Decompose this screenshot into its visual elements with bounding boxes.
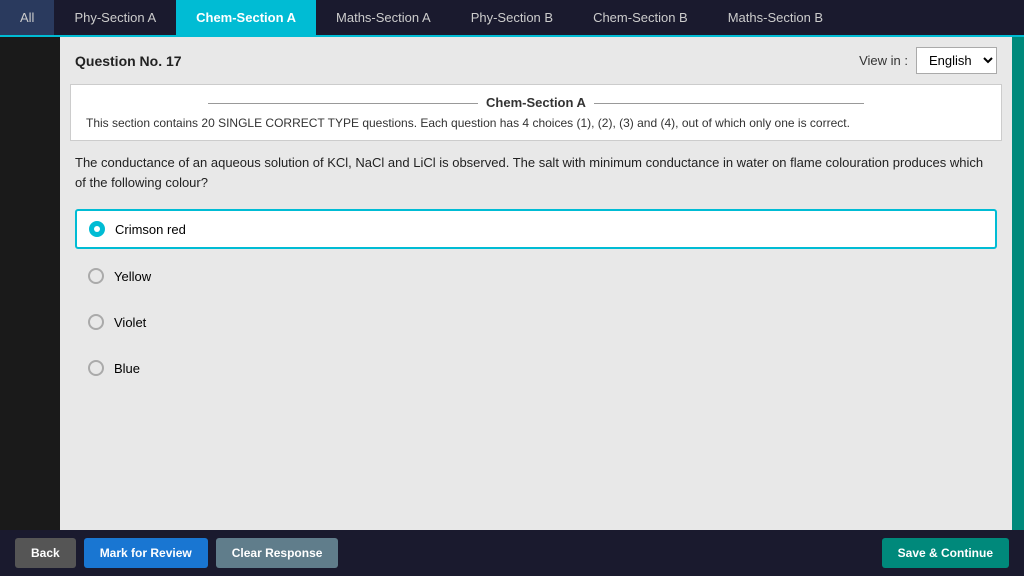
section-instructions: This section contains 20 SINGLE CORRECT … (86, 116, 986, 130)
view-in-container: View in : English (859, 47, 997, 74)
option-2-label: Yellow (114, 269, 151, 284)
left-panel (0, 37, 60, 530)
tabs-bar: All Phy-Section A Chem-Section A Maths-S… (0, 0, 1024, 37)
tab-all[interactable]: All (0, 0, 54, 35)
bottom-left-buttons: Back Mark for Review Clear Response (15, 538, 338, 568)
option-1[interactable]: Crimson red (75, 209, 997, 249)
radio-3 (88, 314, 104, 330)
content-panel: Question No. 17 View in : English Chem-S… (60, 37, 1012, 530)
mark-for-review-button[interactable]: Mark for Review (84, 538, 208, 568)
radio-2 (88, 268, 104, 284)
tab-phy-b[interactable]: Phy-Section B (451, 0, 573, 35)
tab-maths-a[interactable]: Maths-Section A (316, 0, 451, 35)
right-panel (1012, 37, 1024, 530)
tab-maths-b[interactable]: Maths-Section B (708, 0, 843, 35)
clear-response-button[interactable]: Clear Response (216, 538, 339, 568)
option-1-label: Crimson red (115, 222, 186, 237)
radio-1 (89, 221, 105, 237)
language-select[interactable]: English (916, 47, 997, 74)
option-4-label: Blue (114, 361, 140, 376)
radio-4 (88, 360, 104, 376)
option-2[interactable]: Yellow (75, 257, 997, 295)
option-3[interactable]: Violet (75, 303, 997, 341)
section-box: Chem-Section A This section contains 20 … (70, 84, 1002, 141)
bottom-toolbar: Back Mark for Review Clear Response Save… (0, 530, 1024, 576)
save-continue-button[interactable]: Save & Continue (882, 538, 1009, 568)
main-area: Question No. 17 View in : English Chem-S… (0, 37, 1024, 530)
back-button[interactable]: Back (15, 538, 76, 568)
tab-chem-a[interactable]: Chem-Section A (176, 0, 316, 35)
option-3-label: Violet (114, 315, 146, 330)
question-body: The conductance of an aqueous solution o… (60, 141, 1012, 204)
options-container: Crimson red Yellow Violet Blue (60, 204, 1012, 392)
option-4[interactable]: Blue (75, 349, 997, 387)
tab-chem-b[interactable]: Chem-Section B (573, 0, 708, 35)
tab-phy-a[interactable]: Phy-Section A (54, 0, 176, 35)
question-number: Question No. 17 (75, 53, 182, 69)
question-header: Question No. 17 View in : English (60, 37, 1012, 84)
section-title: Chem-Section A (86, 95, 986, 110)
view-in-label: View in : (859, 53, 908, 68)
